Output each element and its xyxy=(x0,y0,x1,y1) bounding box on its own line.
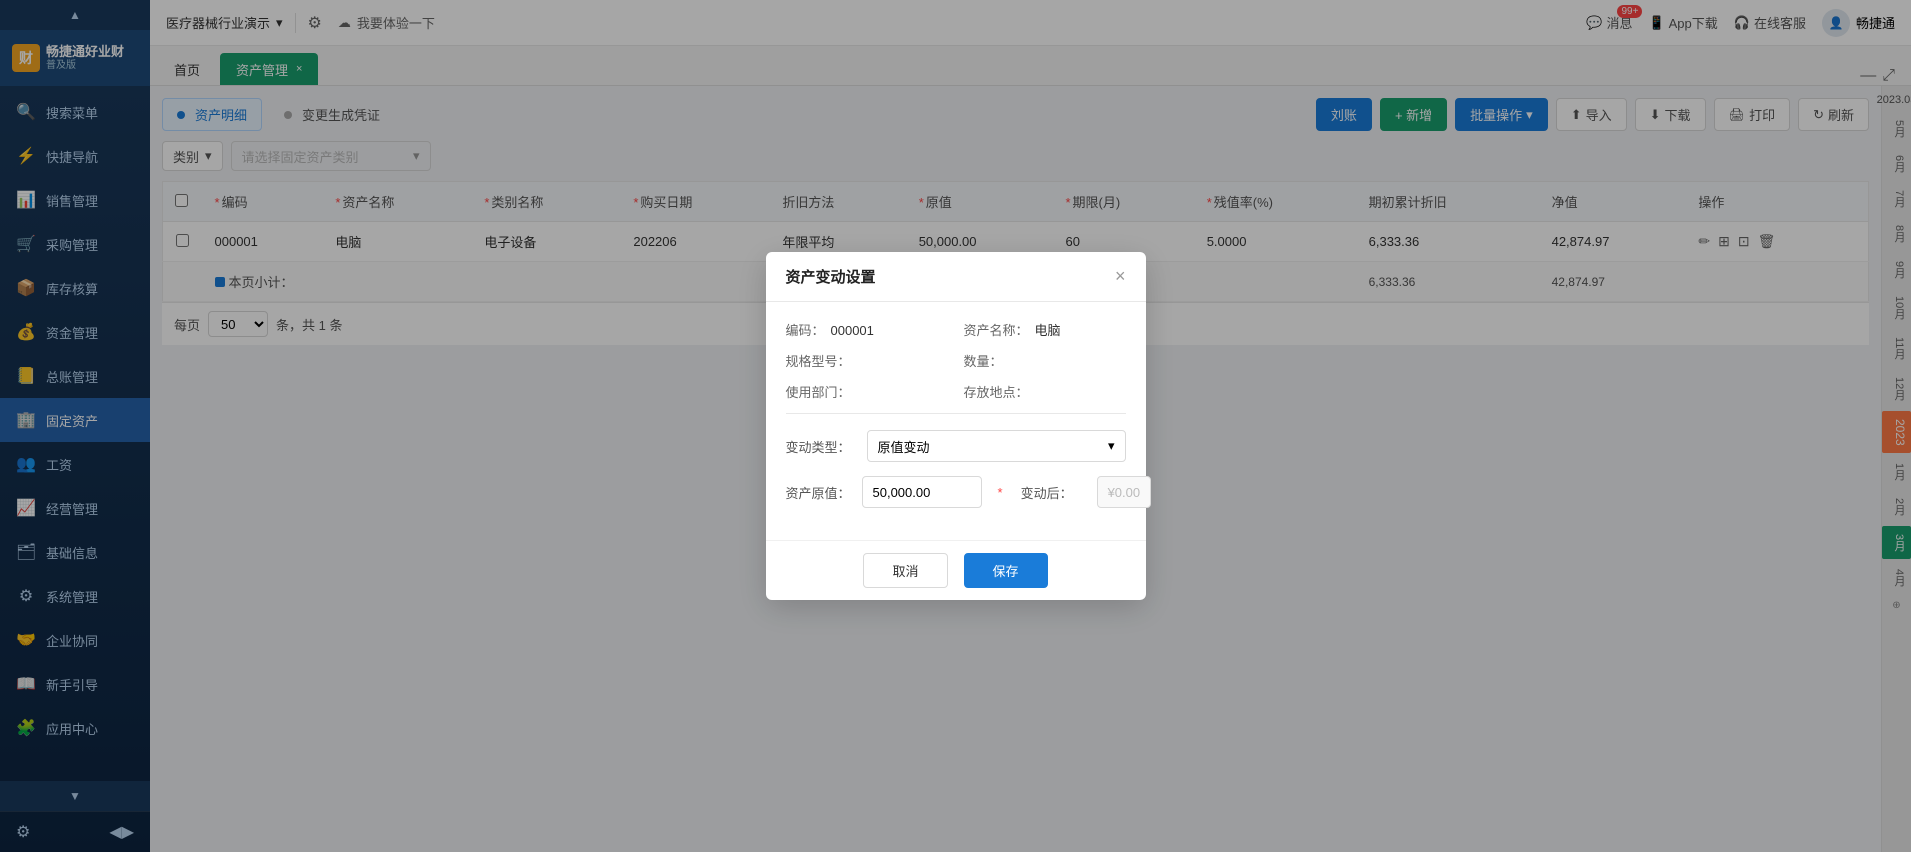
after-change-input[interactable]: ¥0.00 xyxy=(1097,476,1152,508)
dialog-title: 资产变动设置 xyxy=(786,266,876,287)
quantity-field: 数量： xyxy=(964,351,1126,370)
department-field: 使用部门： xyxy=(786,382,948,401)
dialog-row-1: 编码： 000001 资产名称： 电脑 xyxy=(786,320,1126,339)
dialog-header: 资产变动设置 × xyxy=(766,252,1146,302)
location-field: 存放地点： xyxy=(964,382,1126,401)
dialog-body: 编码： 000001 资产名称： 电脑 规格型号： 数量： xyxy=(766,302,1146,540)
dialog-divider xyxy=(786,413,1126,414)
change-type-select[interactable]: 原值变动 ▾ xyxy=(867,430,1126,462)
select-chevron-icon: ▾ xyxy=(1108,438,1115,454)
change-type-row: 变动类型： 原值变动 ▾ xyxy=(786,430,1126,462)
cancel-button[interactable]: 取消 xyxy=(863,553,947,588)
original-value-input[interactable] xyxy=(862,476,982,508)
value-change-row: 资产原值： * 变动后： ¥0.00 xyxy=(786,476,1126,508)
spec-field: 规格型号： xyxy=(786,351,948,370)
dialog-overlay: 资产变动设置 × 编码： 000001 资产名称： 电脑 规格型号： xyxy=(0,0,1911,852)
dialog-footer: 取消 保存 xyxy=(766,540,1146,600)
required-star: * xyxy=(998,485,1003,500)
asset-change-dialog: 资产变动设置 × 编码： 000001 资产名称： 电脑 规格型号： xyxy=(766,252,1146,600)
asset-name-field: 资产名称： 电脑 xyxy=(964,320,1126,339)
dialog-row-2: 规格型号： 数量： xyxy=(786,351,1126,370)
dialog-close-btn[interactable]: × xyxy=(1115,266,1126,287)
code-field: 编码： 000001 xyxy=(786,320,948,339)
save-button[interactable]: 保存 xyxy=(964,553,1048,588)
dialog-row-3: 使用部门： 存放地点： xyxy=(786,382,1126,401)
